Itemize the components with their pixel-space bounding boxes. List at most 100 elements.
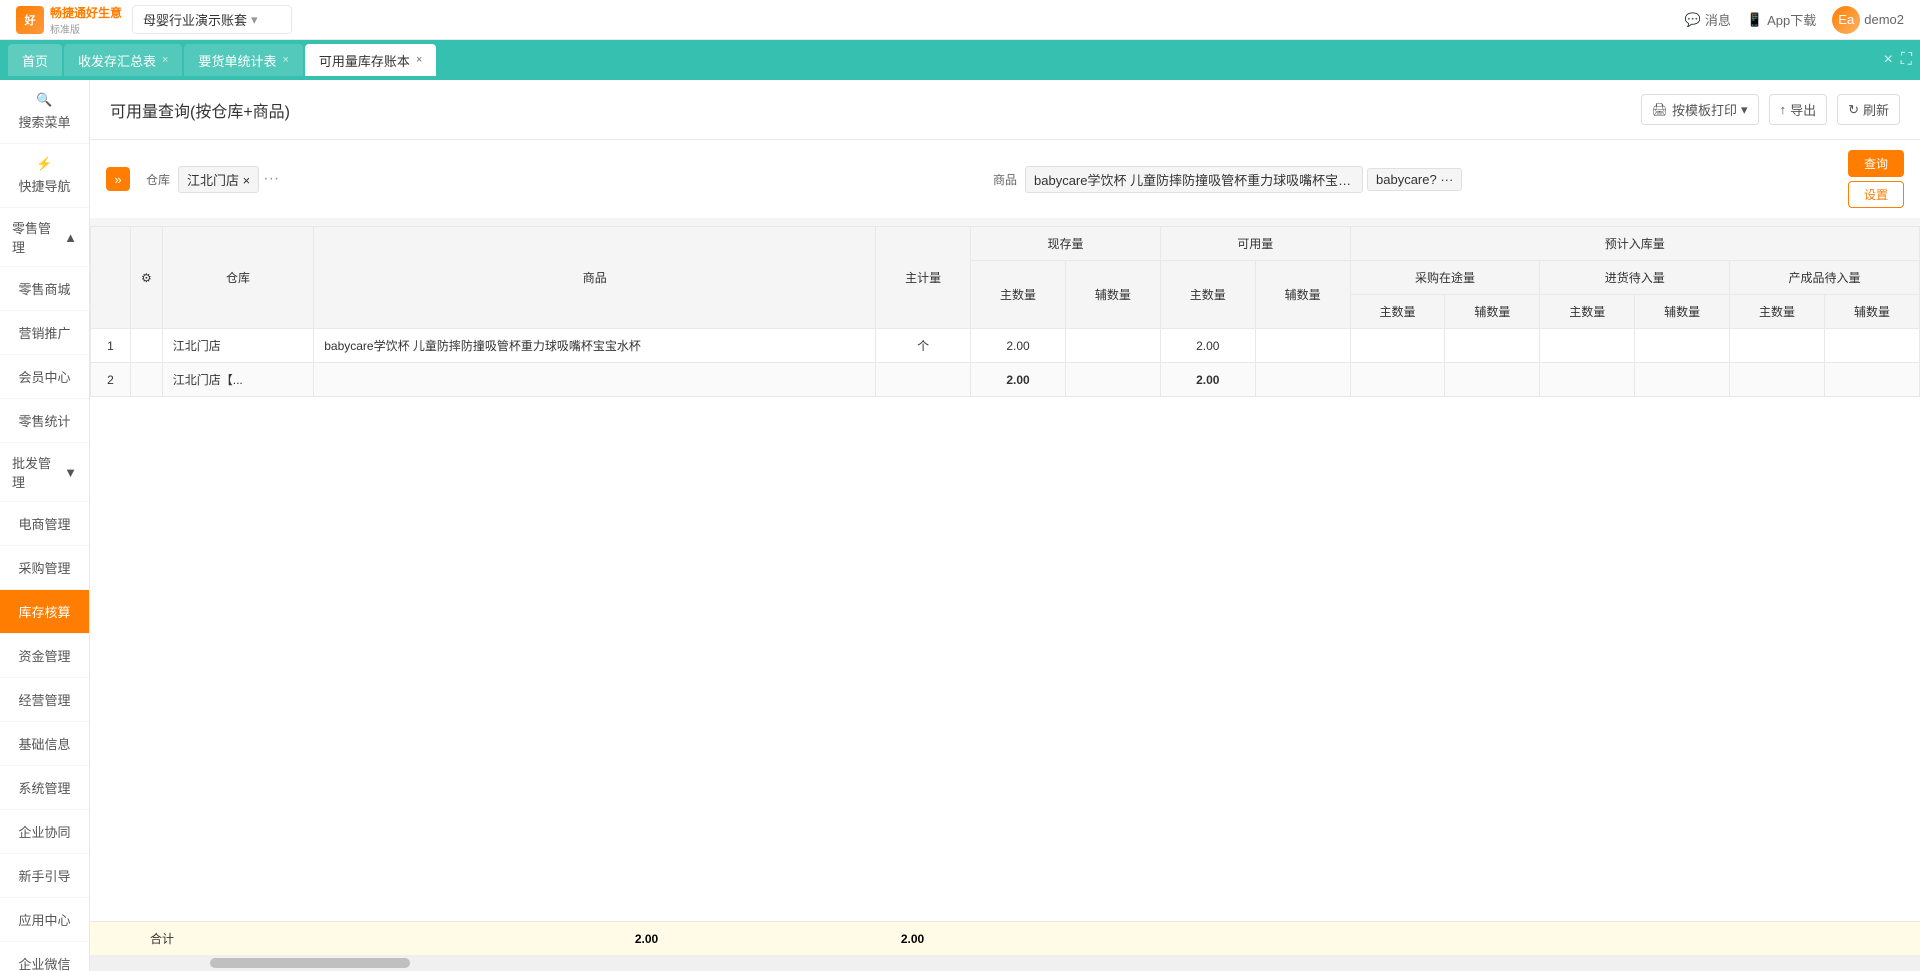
printer-icon: 🖨 <box>1652 102 1669 118</box>
footer-current-aux <box>713 932 846 946</box>
table-row-subtotal: 2 江北门店【... 2.00 2.00 <box>91 363 1920 397</box>
sidebar-item-operations[interactable]: 经营管理 <box>0 678 89 722</box>
table-row: 1 江北门店 babycare学饮杯 儿童防摔防撞吸管杯重力球吸嘴杯宝宝水杯 个… <box>91 329 1920 363</box>
tab-controls: × ⛶ <box>1883 51 1912 69</box>
cell-settings-1[interactable] <box>131 329 163 363</box>
user-area[interactable]: Ea demo2 <box>1832 6 1904 34</box>
sidebar-item-ecommerce[interactable]: 电商管理 <box>0 502 89 546</box>
cell-purchase-transit-main-2 <box>1350 363 1445 397</box>
export-icon: ↑ <box>1780 102 1787 117</box>
message-icon: 💬 <box>1685 12 1701 28</box>
message-button[interactable]: 💬 消息 <box>1685 10 1731 29</box>
cell-settings-2[interactable] <box>131 363 163 397</box>
footer-p6 <box>1777 932 1910 946</box>
sidebar-item-retail-stats[interactable]: 零售统计 <box>0 399 89 443</box>
th-production-main: 主数量 <box>1730 295 1825 329</box>
product-tag-1[interactable]: babycare学饮杯 儿童防摔防撞吸管杯重力球吸嘴杯宝宝水杯 × <box>1025 166 1363 193</box>
cell-current-aux-1 <box>1065 329 1160 363</box>
logo-text: 畅捷通好生意 标准版 <box>50 4 122 36</box>
tab-available-stock[interactable]: 可用量库存账本 × <box>305 44 436 76</box>
cell-rownum-2: 2 <box>91 363 131 397</box>
sidebar-item-retail-mall[interactable]: 零售商城 <box>0 267 89 311</box>
arrow-up-icon: ▲ <box>64 230 77 245</box>
th-available-aux: 辅数量 <box>1255 261 1350 329</box>
sidebar-item-basic-info[interactable]: 基础信息 <box>0 722 89 766</box>
th-settings[interactable]: ⚙ <box>131 227 163 329</box>
horizontal-scrollbar[interactable] <box>90 955 1920 971</box>
expand-icon[interactable]: ⛶ <box>1901 51 1912 69</box>
cell-product-1: babycare学饮杯 儿童防摔防撞吸管杯重力球吸嘴杯宝宝水杯 <box>314 329 876 363</box>
product-tag-2[interactable]: babycare? ··· <box>1367 168 1462 191</box>
search-icon: 🔍 <box>36 92 52 108</box>
sidebar-item-enterprise-collab[interactable]: 企业协同 <box>0 810 89 854</box>
industry-selector[interactable]: 母婴行业演示账套 ▾ <box>132 5 292 34</box>
cell-available-main-1: 2.00 <box>1160 329 1255 363</box>
sidebar-item-enterprise-wechat[interactable]: 企业微信 <box>0 942 89 971</box>
sidebar-item-system-mgmt[interactable]: 系统管理 <box>0 766 89 810</box>
content-area: 可用量查询(按仓库+商品) 🖨 按模板打印 ▾ ↑ 导出 ↻ 刷新 <box>90 80 1920 971</box>
page-actions: 🖨 按模板打印 ▾ ↑ 导出 ↻ 刷新 <box>1641 94 1901 125</box>
tab-close-3[interactable]: × <box>416 54 422 66</box>
cell-production-aux-2 <box>1824 363 1919 397</box>
sidebar-item-retail-mgmt[interactable]: 零售管理 ▲ <box>0 208 89 267</box>
footer-p5 <box>1644 932 1777 946</box>
filter-actions: 查询 设置 <box>1848 150 1904 208</box>
download-icon: 📱 <box>1747 12 1763 28</box>
chevron-down-icon: ▾ <box>251 12 258 28</box>
template-print-button[interactable]: 🖨 按模板打印 ▾ <box>1641 94 1759 125</box>
filter-toggle-button[interactable]: » <box>106 167 130 191</box>
footer-p3 <box>1378 932 1511 946</box>
th-incoming-aux: 辅数量 <box>1635 295 1730 329</box>
footer-label: 合计 <box>150 930 174 947</box>
settings-button[interactable]: 设置 <box>1848 181 1904 208</box>
sidebar: 🔍 搜索菜单 ⚡ 快捷导航 零售管理 ▲ 零售商城 营销推广 会员中心 零售统计… <box>0 80 90 971</box>
sidebar-item-finance[interactable]: 资金管理 <box>0 634 89 678</box>
tab-home-label: 首页 <box>22 51 48 70</box>
app-download-button[interactable]: 📱 App下载 <box>1747 10 1816 29</box>
scroll-thumb[interactable] <box>210 958 410 968</box>
sidebar-item-members[interactable]: 会员中心 <box>0 355 89 399</box>
th-rownum <box>91 227 131 329</box>
sidebar-item-search[interactable]: 🔍 搜索菜单 <box>0 80 89 144</box>
th-unit: 主计量 <box>876 227 971 329</box>
sidebar-item-inventory[interactable]: 库存核算 <box>0 590 89 634</box>
query-button[interactable]: 查询 <box>1848 150 1904 177</box>
export-button[interactable]: ↑ 导出 <box>1769 94 1828 125</box>
nav-tabs: 首页 收发存汇总表 × 要货单统计表 × 可用量库存账本 × × ⛶ <box>0 40 1920 80</box>
cell-incoming-main-2 <box>1540 363 1635 397</box>
avatar: Ea <box>1832 6 1860 34</box>
tab-close-1[interactable]: × <box>162 54 168 66</box>
cell-current-aux-2 <box>1065 363 1160 397</box>
filter-more-icon[interactable]: ··· <box>263 170 279 188</box>
sidebar-item-quick-nav[interactable]: ⚡ 快捷导航 <box>0 144 89 208</box>
logo-icon: 好 <box>16 6 44 34</box>
sidebar-item-wholesale-mgmt[interactable]: 批发管理 ▼ <box>0 443 89 502</box>
refresh-button[interactable]: ↻ 刷新 <box>1837 94 1900 125</box>
cell-production-aux-1 <box>1824 329 1919 363</box>
footer-p1 <box>1112 932 1245 946</box>
cell-incoming-aux-2 <box>1635 363 1730 397</box>
sidebar-item-beginner-guide[interactable]: 新手引导 <box>0 854 89 898</box>
tab-order-stats[interactable]: 要货单统计表 × <box>184 44 302 76</box>
th-current-main: 主数量 <box>971 261 1066 329</box>
footer-values: 2.00 2.00 <box>380 932 1910 946</box>
logo-area: 好 畅捷通好生意 标准版 <box>16 4 122 36</box>
page-header: 可用量查询(按仓库+商品) 🖨 按模板打印 ▾ ↑ 导出 ↻ 刷新 <box>90 80 1920 140</box>
th-purchase-transit-main: 主数量 <box>1350 295 1445 329</box>
close-all-tabs-icon[interactable]: × <box>1883 51 1892 69</box>
sidebar-item-purchase-mgmt[interactable]: 采购管理 <box>0 546 89 590</box>
tab-close-2[interactable]: × <box>282 54 288 66</box>
arrow-down-icon: ▼ <box>64 465 77 480</box>
th-production-pending: 产成品待入量 <box>1730 261 1920 295</box>
cell-production-main-2 <box>1730 363 1825 397</box>
warehouse-tag[interactable]: 江北门店 × <box>178 166 259 193</box>
top-bar-left: 好 畅捷通好生意 标准版 母婴行业演示账套 ▾ <box>16 4 292 36</box>
tab-receivable-summary[interactable]: 收发存汇总表 × <box>64 44 182 76</box>
cell-warehouse-1: 江北门店 <box>162 329 313 363</box>
sidebar-item-app-center[interactable]: 应用中心 <box>0 898 89 942</box>
footer-available-aux <box>979 932 1112 946</box>
sidebar-item-marketing[interactable]: 营销推广 <box>0 311 89 355</box>
footer-p2 <box>1245 932 1378 946</box>
cell-incoming-aux-1 <box>1635 329 1730 363</box>
tab-home[interactable]: 首页 <box>8 44 62 76</box>
